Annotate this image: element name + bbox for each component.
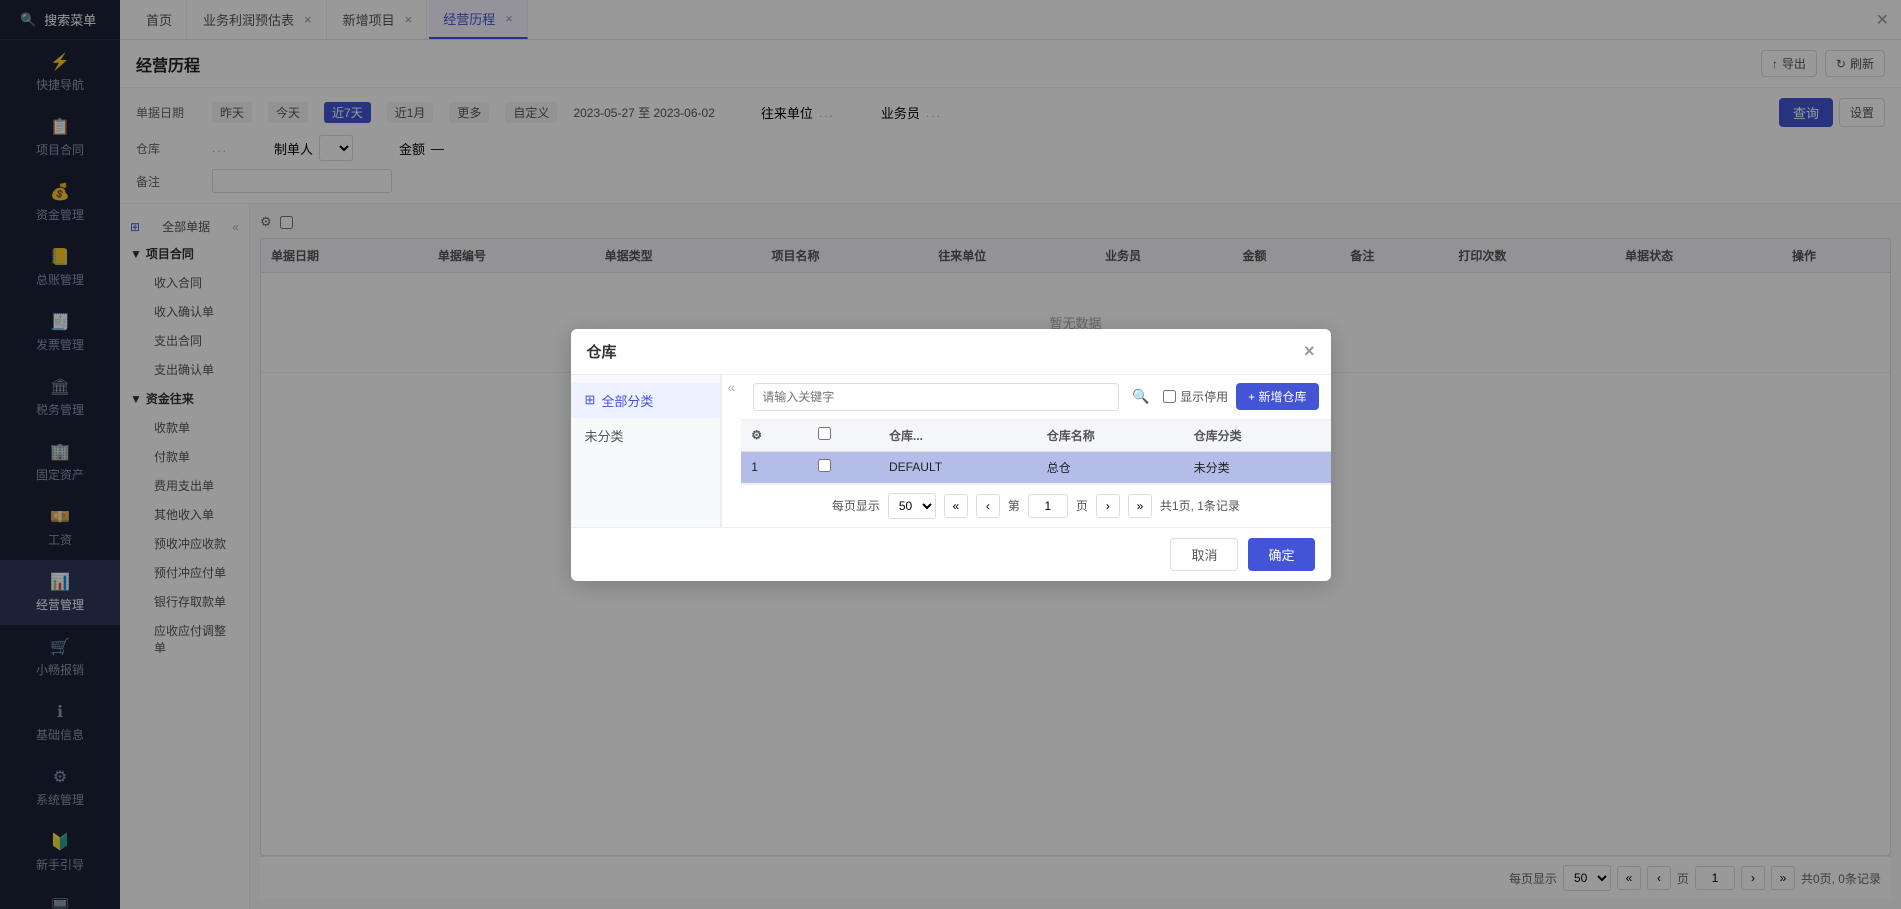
add-warehouse-btn[interactable]: + 新增仓库	[1236, 383, 1318, 410]
modal-col-name: 仓库名称	[1037, 420, 1184, 452]
modal-next-page-btn[interactable]: ›	[1096, 494, 1120, 518]
table-row[interactable]: 1 DEFAULT 总仓 未分类	[741, 451, 1330, 483]
modal-page-input[interactable]	[1028, 494, 1068, 518]
modal-page-suffix: 页	[1076, 497, 1088, 514]
show-disabled-checkbox[interactable]	[1163, 390, 1176, 403]
all-cat-label: 全部分类	[601, 391, 653, 410]
modal-actions: 取消 确定	[571, 527, 1331, 581]
modal-first-page-btn[interactable]: «	[944, 494, 968, 518]
unclassified-label: 未分类	[585, 426, 624, 445]
modal-select-all[interactable]	[818, 427, 831, 440]
unclassified-item[interactable]: 未分类	[571, 418, 720, 453]
modal-per-page-label: 每页显示	[832, 497, 880, 514]
modal-last-page-btn[interactable]: »	[1128, 494, 1152, 518]
modal-col-category: 仓库分类	[1184, 420, 1331, 452]
modal-per-page-select[interactable]: 50	[888, 493, 936, 519]
gear-icon2[interactable]: ⚙	[751, 428, 762, 442]
show-disabled-label[interactable]: 显示停用	[1163, 388, 1228, 405]
row-name: 总仓	[1037, 451, 1184, 483]
modal-close-btn[interactable]: ×	[1304, 341, 1315, 362]
row-checkbox[interactable]	[808, 451, 879, 483]
modal-col-check	[808, 420, 879, 452]
modal-table: ⚙ 仓库... 仓库名称 仓库分类 1 DEFAULT	[741, 420, 1330, 484]
modal-col-settings: ⚙	[741, 420, 807, 452]
modal-prev-page-btn[interactable]: ‹	[976, 494, 1000, 518]
show-disabled-text: 显示停用	[1180, 388, 1228, 405]
modal-search-input[interactable]	[753, 383, 1119, 411]
all-categories-item[interactable]: ⊞ 全部分类	[571, 383, 720, 418]
modal-pagination: 每页显示 50 « ‹ 第 页 › » 共1页, 1条记录	[741, 484, 1330, 527]
modal-body: ⊞ 全部分类 未分类 « 🔍 显示停用	[571, 375, 1331, 527]
grid-icon2: ⊞	[585, 392, 596, 408]
confirm-button[interactable]: 确定	[1248, 538, 1314, 571]
modal-col-code: 仓库...	[879, 420, 1037, 452]
collapse-icon: «	[728, 379, 736, 395]
row-code: DEFAULT	[879, 451, 1037, 483]
modal-overlay: 仓库 × ⊞ 全部分类 未分类 «	[0, 0, 1901, 909]
modal-sidebar-collapse[interactable]: «	[721, 375, 742, 527]
row-category: 未分类	[1184, 451, 1331, 483]
modal-table-wrapper: ⚙ 仓库... 仓库名称 仓库分类 1 DEFAULT	[741, 420, 1330, 484]
modal-header: 仓库 ×	[571, 329, 1331, 375]
modal-page-prefix: 第	[1008, 497, 1020, 514]
modal-main: 🔍 显示停用 + 新增仓库 ⚙ 仓库...	[741, 375, 1330, 527]
modal-toolbar: 🔍 显示停用 + 新增仓库	[741, 375, 1330, 420]
row-seq: 1	[741, 451, 807, 483]
modal-total-label: 共1页, 1条记录	[1160, 497, 1240, 514]
modal-title: 仓库	[587, 341, 617, 362]
modal-search-btn[interactable]: 🔍	[1127, 383, 1155, 411]
cancel-button[interactable]: 取消	[1170, 538, 1238, 571]
warehouse-modal: 仓库 × ⊞ 全部分类 未分类 «	[571, 329, 1331, 581]
modal-sidebar: ⊞ 全部分类 未分类	[571, 375, 721, 527]
